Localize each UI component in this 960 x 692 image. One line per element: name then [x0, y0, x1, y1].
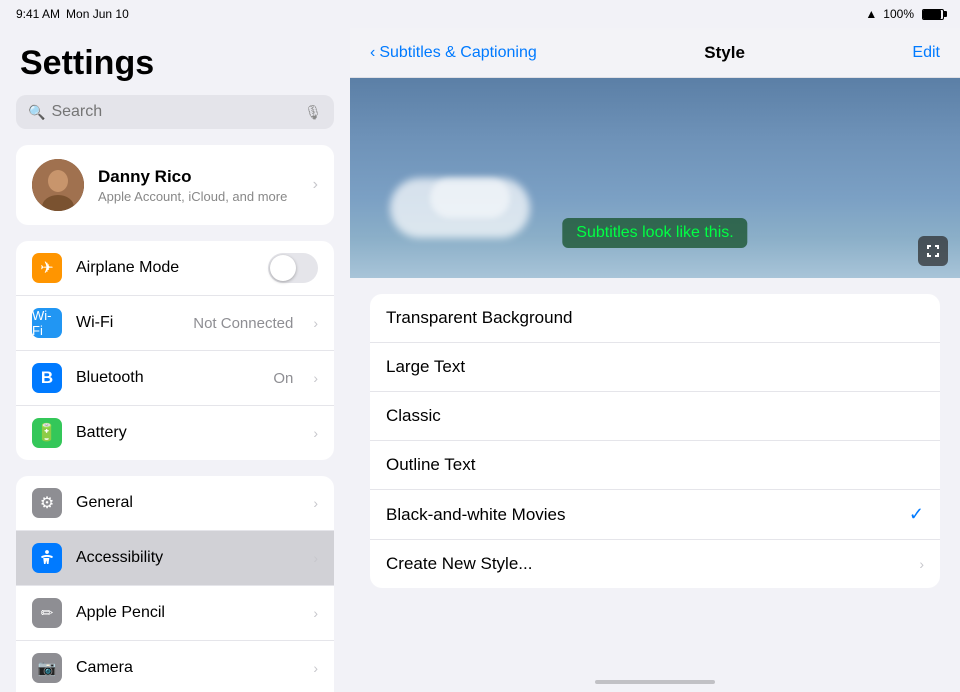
bluetooth-value: On: [273, 370, 293, 387]
battery-bar: [922, 9, 944, 20]
camera-label: Camera: [76, 659, 299, 677]
back-label: Subtitles & Captioning: [379, 44, 536, 62]
search-bar[interactable]: 🔍 🎙: [16, 95, 334, 129]
airplane-icon: ✈: [32, 253, 62, 283]
apple-pencil-label: Apple Pencil: [76, 604, 299, 622]
sidebar: Settings 🔍 🎙 Danny Rico: [0, 28, 350, 692]
user-name: Danny Rico: [98, 167, 287, 187]
create-new-chevron-icon: ›: [919, 556, 924, 572]
wifi-label: Wi-Fi: [76, 314, 179, 332]
apple-pencil-chevron-icon: ›: [313, 605, 318, 621]
settings-group-1: ✈ Airplane Mode Wi-Fi Wi-Fi Not Connecte…: [16, 241, 334, 460]
airplane-label: Airplane Mode: [76, 259, 254, 277]
wifi-settings-icon: Wi-Fi: [32, 308, 62, 338]
battery-chevron-icon: ›: [313, 425, 318, 441]
style-label-classic: Classic: [386, 406, 924, 426]
user-profile[interactable]: Danny Rico Apple Account, iCloud, and mo…: [16, 145, 334, 225]
style-list: Transparent Background Large Text Classi…: [350, 278, 960, 672]
accessibility-icon: [32, 543, 62, 573]
sidebar-item-apple-pencil[interactable]: ✏ Apple Pencil ›: [16, 586, 334, 641]
main-layout: Settings 🔍 🎙 Danny Rico: [0, 28, 960, 692]
style-label-transparent-bg: Transparent Background: [386, 308, 924, 328]
settings-group-2: ⚙ General › Accessibility › ✏ A: [16, 476, 334, 692]
style-item-bw-movies[interactable]: Black-and-white Movies ✓: [370, 490, 940, 540]
sidebar-item-camera[interactable]: 📷 Camera ›: [16, 641, 334, 692]
accessibility-chevron-icon: ›: [313, 550, 318, 566]
sidebar-title: Settings: [0, 28, 350, 95]
right-panel: ‹ Subtitles & Captioning Style Edit Subt…: [350, 28, 960, 692]
avatar: [32, 159, 84, 211]
search-input[interactable]: [51, 103, 298, 121]
bw-movies-checkmark-icon: ✓: [909, 504, 924, 525]
search-icon: 🔍: [28, 104, 45, 121]
user-chevron-icon: ›: [313, 176, 318, 194]
right-nav: ‹ Subtitles & Captioning Style Edit: [350, 28, 960, 78]
battery-icon: 100%: [883, 7, 914, 21]
bottom-bar: [350, 672, 960, 692]
status-bar-left: 9:41 AM Mon Jun 10: [16, 7, 129, 21]
style-label-create-new: Create New Style...: [386, 554, 919, 574]
status-bar: 9:41 AM Mon Jun 10 ▲ 100%: [0, 0, 960, 28]
style-label-bw-movies: Black-and-white Movies: [386, 505, 909, 525]
airplane-toggle[interactable]: [268, 253, 318, 283]
general-chevron-icon: ›: [313, 495, 318, 511]
sidebar-item-accessibility[interactable]: Accessibility ›: [16, 531, 334, 586]
user-info: Danny Rico Apple Account, iCloud, and mo…: [98, 167, 287, 204]
apple-pencil-icon: ✏: [32, 598, 62, 628]
bluetooth-chevron-icon: ›: [313, 370, 318, 386]
style-options-group: Transparent Background Large Text Classi…: [370, 294, 940, 588]
sidebar-item-bluetooth[interactable]: B Bluetooth On ›: [16, 351, 334, 406]
wifi-value: Not Connected: [193, 315, 293, 332]
status-bar-right: ▲ 100%: [865, 7, 944, 21]
battery-label: Battery: [76, 424, 299, 442]
battery-settings-icon: 🔋: [32, 418, 62, 448]
back-button[interactable]: ‹ Subtitles & Captioning: [370, 44, 537, 62]
sidebar-item-wifi[interactable]: Wi-Fi Wi-Fi Not Connected ›: [16, 296, 334, 351]
user-subtitle: Apple Account, iCloud, and more: [98, 189, 287, 204]
wifi-icon: ▲: [865, 7, 877, 21]
status-time: 9:41 AM: [16, 7, 60, 21]
toggle-knob: [270, 255, 296, 281]
camera-chevron-icon: ›: [313, 660, 318, 676]
style-label-large-text: Large Text: [386, 357, 924, 377]
accessibility-label: Accessibility: [76, 549, 299, 567]
general-icon: ⚙: [32, 488, 62, 518]
style-item-create-new[interactable]: Create New Style... ›: [370, 540, 940, 588]
cloud-decoration-right: [430, 178, 510, 218]
bluetooth-label: Bluetooth: [76, 369, 259, 387]
style-item-large-text[interactable]: Large Text: [370, 343, 940, 392]
status-date: Mon Jun 10: [66, 7, 129, 21]
camera-icon: 📷: [32, 653, 62, 683]
style-item-transparent-bg[interactable]: Transparent Background: [370, 294, 940, 343]
sidebar-item-airplane[interactable]: ✈ Airplane Mode: [16, 241, 334, 296]
style-label-outline-text: Outline Text: [386, 455, 924, 475]
nav-title: Style: [704, 43, 745, 63]
home-indicator: [595, 680, 715, 684]
edit-button[interactable]: Edit: [912, 44, 940, 62]
sidebar-item-battery[interactable]: 🔋 Battery ›: [16, 406, 334, 460]
preview-area: Subtitles look like this.: [350, 78, 960, 278]
wifi-chevron-icon: ›: [313, 315, 318, 331]
style-item-classic[interactable]: Classic: [370, 392, 940, 441]
subtitle-preview: Subtitles look like this.: [562, 218, 747, 248]
sidebar-item-general[interactable]: ⚙ General ›: [16, 476, 334, 531]
back-chevron-icon: ‹: [370, 44, 375, 62]
style-item-outline-text[interactable]: Outline Text: [370, 441, 940, 490]
expand-button[interactable]: [918, 236, 948, 266]
mic-icon[interactable]: 🎙: [304, 104, 322, 121]
general-label: General: [76, 494, 299, 512]
bluetooth-icon: B: [32, 363, 62, 393]
